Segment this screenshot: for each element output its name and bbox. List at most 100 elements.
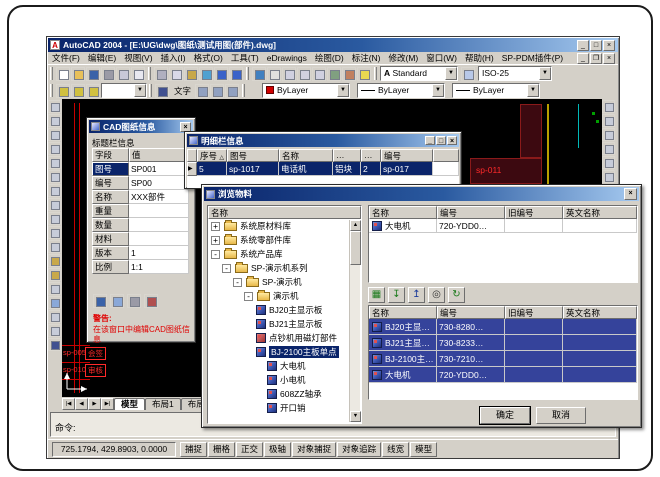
field-cell[interactable]: 重量 bbox=[92, 204, 129, 218]
make-object-layer-icon[interactable] bbox=[71, 84, 85, 98]
revcloud-icon[interactable] bbox=[48, 198, 61, 211]
remove-up-icon[interactable]: ↥ bbox=[408, 287, 425, 303]
coordinates-readout[interactable]: 725.1794, 429.8903, 0.0000 bbox=[52, 442, 176, 457]
mtext-icon[interactable] bbox=[48, 338, 61, 351]
collapse-icon[interactable]: - bbox=[211, 250, 220, 259]
close-icon[interactable]: × bbox=[180, 122, 191, 132]
select-all-icon[interactable]: ▦ bbox=[368, 287, 385, 303]
value-cell[interactable] bbox=[129, 204, 189, 218]
new-icon[interactable] bbox=[56, 67, 70, 81]
tree-item[interactable]: 608ZZ轴承 bbox=[208, 387, 361, 401]
hatch-icon[interactable] bbox=[48, 296, 61, 309]
detail-window-titlebar[interactable]: 明细栏信息 _ □ × bbox=[187, 134, 459, 147]
table-row[interactable]: 大电机 720-YDD0… bbox=[369, 219, 637, 233]
tree-item[interactable]: -SP-演示机 bbox=[208, 275, 361, 289]
tab-first-icon[interactable]: |◀ bbox=[62, 398, 75, 410]
menu-help[interactable]: 帮助(H) bbox=[461, 52, 498, 64]
doc-close-button[interactable]: × bbox=[603, 53, 615, 64]
doc-minimize-button[interactable]: _ bbox=[577, 53, 589, 64]
insert-block-icon[interactable] bbox=[48, 254, 61, 267]
tree-item[interactable]: 大电机 bbox=[208, 359, 361, 373]
field-cell[interactable]: 图号 bbox=[92, 162, 129, 176]
toolbar-grip[interactable] bbox=[242, 84, 245, 97]
spline-icon[interactable] bbox=[48, 212, 61, 225]
chevron-down-icon[interactable]: ▼ bbox=[445, 67, 457, 80]
construction-line-icon[interactable] bbox=[48, 114, 61, 127]
make-block-icon[interactable] bbox=[48, 268, 61, 281]
menu-edrawings[interactable]: eDrawings bbox=[263, 53, 311, 63]
chevron-down-icon[interactable]: ▼ bbox=[337, 84, 349, 97]
menu-sp-pdm[interactable]: SP-PDM插件(P) bbox=[498, 52, 567, 64]
toolbar-grip[interactable] bbox=[149, 84, 152, 97]
column-header[interactable]: 编号 bbox=[437, 206, 505, 219]
dim-style-icon[interactable] bbox=[461, 67, 475, 81]
search-icon[interactable]: ◎ bbox=[428, 287, 445, 303]
layer-combo[interactable]: ▼ bbox=[101, 83, 147, 98]
ellipse-icon[interactable] bbox=[48, 226, 61, 239]
osnap-toggle[interactable]: 对象捕捉 bbox=[292, 442, 336, 457]
menu-draw[interactable]: 绘图(D) bbox=[311, 52, 348, 64]
menu-window[interactable]: 窗口(W) bbox=[422, 52, 461, 64]
model-toggle[interactable]: 模型 bbox=[410, 442, 437, 457]
chevron-down-icon[interactable]: ▼ bbox=[134, 84, 146, 97]
field-cell[interactable]: 名称 bbox=[92, 190, 129, 204]
toolbar-grip[interactable] bbox=[148, 67, 151, 80]
scrollbar-thumb[interactable] bbox=[350, 231, 361, 265]
circle-icon[interactable] bbox=[48, 184, 61, 197]
column-header[interactable]: 编号 bbox=[381, 149, 433, 162]
snap-toggle[interactable]: 捕捉 bbox=[180, 442, 207, 457]
text-style-combo[interactable]: A Standard▼ bbox=[380, 66, 458, 81]
toolbar-grip[interactable] bbox=[50, 67, 53, 80]
minimize-button[interactable]: _ bbox=[577, 40, 589, 51]
command-prompt[interactable]: 命令: bbox=[55, 421, 76, 434]
cut-icon[interactable] bbox=[154, 67, 168, 81]
column-header[interactable]: 名称 bbox=[369, 306, 437, 319]
tree-item[interactable]: 小电机 bbox=[208, 373, 361, 387]
expand-icon[interactable]: + bbox=[211, 236, 220, 245]
polyline-icon[interactable] bbox=[48, 128, 61, 141]
paste-icon[interactable] bbox=[184, 67, 198, 81]
close-button[interactable]: × bbox=[603, 40, 615, 51]
collapse-icon[interactable]: - bbox=[222, 264, 231, 273]
table-icon[interactable] bbox=[110, 294, 124, 308]
tree-item[interactable]: -SP-演示机系列 bbox=[208, 261, 361, 275]
vertical-scrollbar[interactable]: ▲ ▼ bbox=[349, 220, 360, 422]
help-icon[interactable] bbox=[357, 67, 371, 81]
close-icon[interactable]: × bbox=[447, 136, 457, 145]
column-header[interactable]: 编号 bbox=[437, 306, 505, 319]
value-cell[interactable]: 1:1 bbox=[129, 260, 189, 274]
zoom-window-icon[interactable] bbox=[297, 67, 311, 81]
maximize-icon[interactable]: □ bbox=[436, 136, 446, 145]
line-icon[interactable] bbox=[48, 100, 61, 113]
region-icon[interactable] bbox=[48, 310, 61, 323]
column-header[interactable]: 英文名称 bbox=[563, 206, 637, 219]
toolbar-grip[interactable] bbox=[246, 67, 249, 80]
point-icon[interactable] bbox=[48, 282, 61, 295]
find-text-icon[interactable] bbox=[225, 84, 239, 98]
sort-icon[interactable]: △ bbox=[219, 155, 224, 161]
doc-restore-button[interactable]: ❐ bbox=[590, 53, 602, 64]
tab-last-icon[interactable]: ▶| bbox=[101, 398, 114, 410]
polar-toggle[interactable]: 极轴 bbox=[264, 442, 291, 457]
tree-item-selected[interactable]: BJ-2100主板单点 bbox=[208, 345, 361, 359]
menu-view[interactable]: 视图(V) bbox=[120, 52, 156, 64]
scroll-up-icon[interactable]: ▲ bbox=[350, 220, 361, 231]
column-header[interactable]: 英文名称 bbox=[563, 306, 637, 319]
table-row[interactable]: BJ21主显… 730-8233… bbox=[369, 335, 637, 351]
copy-icon[interactable] bbox=[169, 67, 183, 81]
column-header[interactable]: 值 bbox=[129, 148, 189, 162]
text-toolbar-icon[interactable] bbox=[155, 84, 169, 98]
menu-modify[interactable]: 修改(M) bbox=[385, 52, 423, 64]
table-row[interactable]: BJ20主显… 730-8280… bbox=[369, 319, 637, 335]
exit-icon[interactable] bbox=[144, 294, 158, 308]
designcenter-icon[interactable] bbox=[342, 67, 356, 81]
move-icon[interactable] bbox=[602, 170, 615, 183]
expand-icon[interactable]: + bbox=[211, 222, 220, 231]
open-icon[interactable] bbox=[71, 67, 85, 81]
grid-toggle[interactable]: 栅格 bbox=[208, 442, 235, 457]
tab-layout1[interactable]: 布局1 bbox=[145, 398, 181, 410]
tree-item[interactable]: -演示机 bbox=[208, 289, 361, 303]
field-cell[interactable]: 比例 bbox=[92, 260, 129, 274]
dim-style-combo[interactable]: ISO-25▼ bbox=[478, 66, 552, 81]
erase-icon[interactable] bbox=[602, 100, 615, 113]
